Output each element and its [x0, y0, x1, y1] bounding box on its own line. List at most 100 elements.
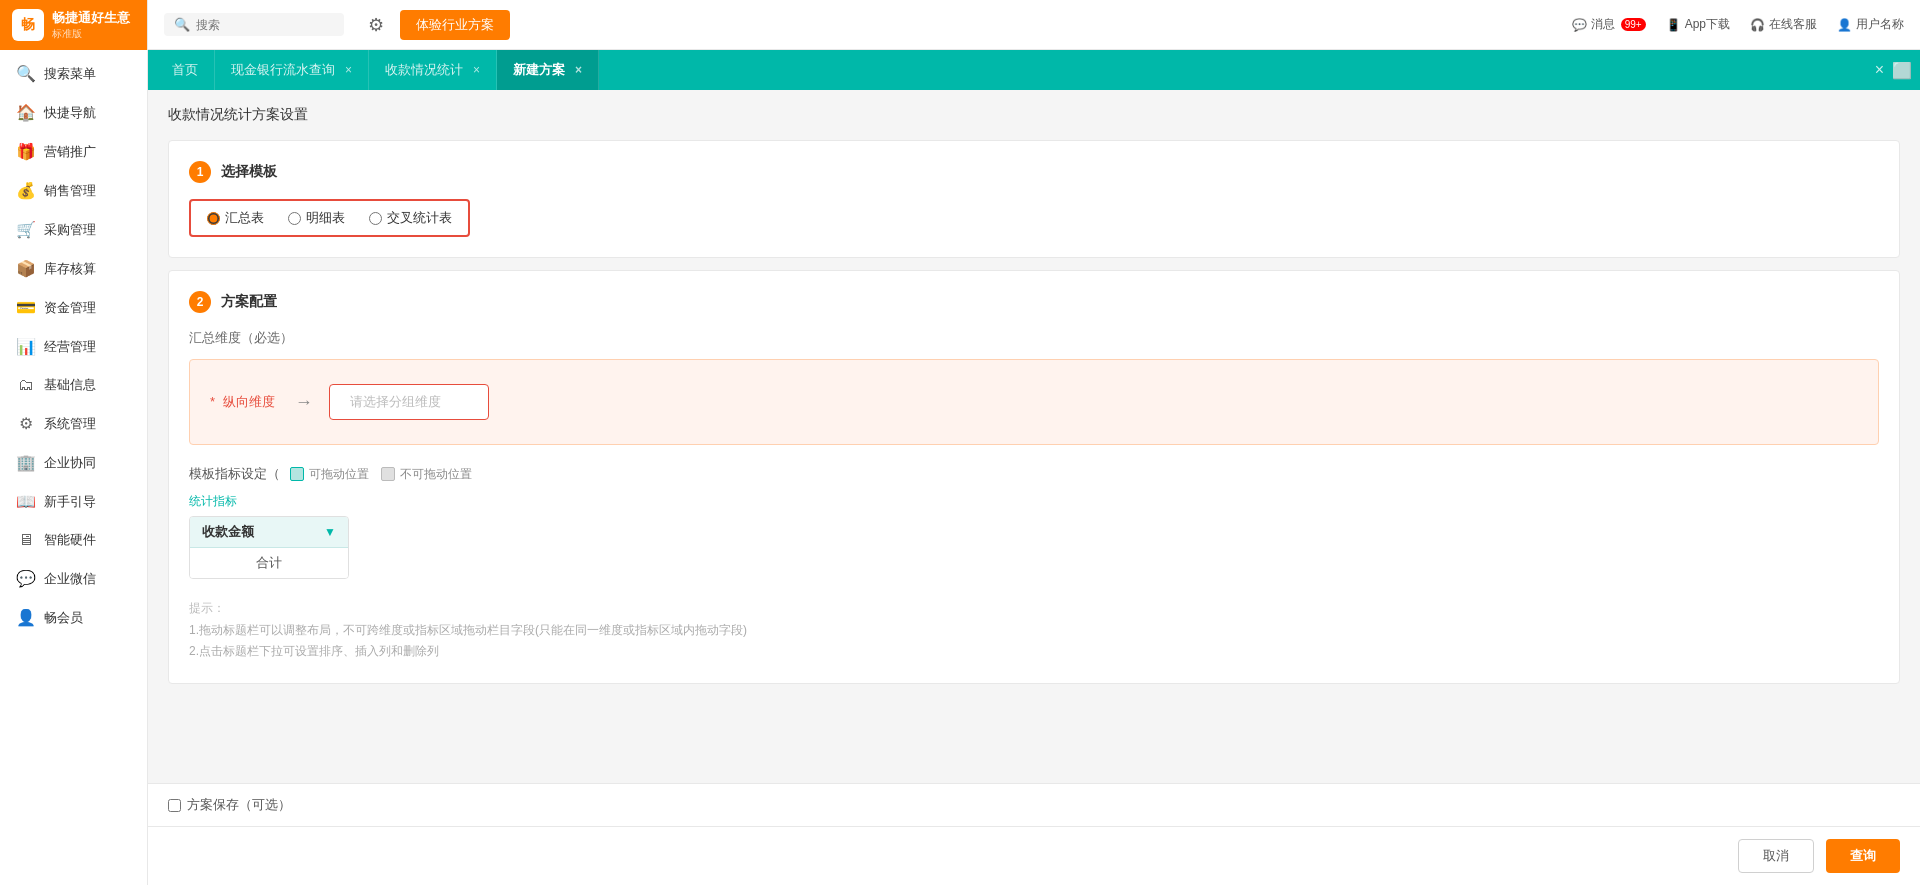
tab-cashflow[interactable]: 现金银行流水查询 ×	[215, 50, 369, 90]
trial-button[interactable]: 体验行业方案	[400, 10, 510, 40]
tabs-window-controls: × ⬜	[1875, 61, 1912, 80]
company-icon: 🏢	[16, 453, 36, 472]
radio-summary-input[interactable]	[207, 212, 220, 225]
finance-icon: 💳	[16, 298, 36, 317]
topbar-search-box[interactable]: 🔍	[164, 13, 344, 36]
window-maximize-icon[interactable]: ⬜	[1892, 61, 1912, 80]
template-radio-group: 汇总表 明细表 交叉统计表	[189, 199, 470, 237]
step1-num: 1	[189, 161, 211, 183]
sidebar-item-label: 销售管理	[44, 182, 96, 200]
sidebar-item-wechat[interactable]: 💬 企业微信	[0, 559, 147, 598]
sidebar-item-label: 资金管理	[44, 299, 96, 317]
sidebar-item-system[interactable]: ⚙ 系统管理	[0, 404, 147, 443]
summary-dimension-label: 汇总维度（必选）	[189, 329, 1879, 347]
dimension-row: * 纵向维度 → 请选择分组维度	[210, 384, 1858, 420]
sidebar-item-sales[interactable]: 💰 销售管理	[0, 171, 147, 210]
system-icon: ⚙	[16, 414, 36, 433]
tips-area: 提示： 1.拖动标题栏可以调整布局，不可跨维度或指标区域拖动栏目字段(只能在同一…	[189, 598, 1879, 663]
tip-item-2: 2.点击标题栏下拉可设置排序、插入列和删除列	[189, 644, 439, 658]
sidebar-item-label: 采购管理	[44, 221, 96, 239]
hardware-icon: 🖥	[16, 531, 36, 549]
stat-table-header: 收款金额 ▼	[190, 517, 348, 548]
marketing-icon: 🎁	[16, 142, 36, 161]
page-content: 收款情况统计方案设置 1 选择模板 汇总表 明细表	[148, 90, 1920, 783]
radio-cross-input[interactable]	[369, 212, 382, 225]
sidebar-item-inventory[interactable]: 📦 库存核算	[0, 249, 147, 288]
topbar-right: 💬 消息 99+ 📱 App下载 🎧 在线客服 👤 用户名称	[1572, 16, 1904, 33]
step2-label: 2 方案配置	[189, 291, 1879, 313]
save-option-label[interactable]: 方案保存（可选）	[168, 796, 291, 814]
radio-detail[interactable]: 明细表	[288, 209, 345, 227]
query-button[interactable]: 查询	[1826, 839, 1900, 873]
sidebar-item-basic[interactable]: 🗂 基础信息	[0, 366, 147, 404]
sidebar-item-marketing[interactable]: 🎁 营销推广	[0, 132, 147, 171]
purchase-icon: 🛒	[16, 220, 36, 239]
service-icon: 🎧	[1750, 18, 1765, 32]
sidebar-item-company[interactable]: 🏢 企业协同	[0, 443, 147, 482]
draggable-box-icon	[290, 467, 304, 481]
tab-collection[interactable]: 收款情况统计 ×	[369, 50, 497, 90]
notification-item[interactable]: 💬 消息 99+	[1572, 16, 1646, 33]
search-input[interactable]	[196, 18, 316, 32]
indicator-legend: 可拖动位置 不可拖动位置	[290, 466, 472, 483]
stat-dropdown-icon[interactable]: ▼	[324, 525, 336, 539]
notification-badge: 99+	[1621, 18, 1646, 31]
fixed-box-icon	[381, 467, 395, 481]
tab-new-plan[interactable]: 新建方案 ×	[497, 50, 599, 90]
page-wrapper: 收款情况统计方案设置 1 选择模板 汇总表 明细表	[148, 90, 1920, 885]
window-close-icon[interactable]: ×	[1875, 61, 1884, 80]
sidebar-item-label: 快捷导航	[44, 104, 96, 122]
sidebar-item-purchase[interactable]: 🛒 采购管理	[0, 210, 147, 249]
radio-detail-input[interactable]	[288, 212, 301, 225]
radio-cross[interactable]: 交叉统计表	[369, 209, 452, 227]
sidebar-item-finance[interactable]: 💳 资金管理	[0, 288, 147, 327]
save-option-checkbox[interactable]	[168, 799, 181, 812]
user-icon: 👤	[1837, 18, 1852, 32]
app-download-item[interactable]: 📱 App下载	[1666, 16, 1730, 33]
sidebar-item-search-menu[interactable]: 🔍 搜索菜单	[0, 54, 147, 93]
sales-icon: 💰	[16, 181, 36, 200]
sidebar-item-label: 新手引导	[44, 493, 96, 511]
sidebar-nav: 🔍 搜索菜单 🏠 快捷导航 🎁 营销推广 💰 销售管理 🛒 采购管理 📦 库存核…	[0, 50, 147, 885]
save-option-bar: 方案保存（可选）	[148, 783, 1920, 826]
sidebar-item-label: 经营管理	[44, 338, 96, 356]
topbar: 🔍 ⚙ 体验行业方案 💬 消息 99+ 📱 App下载 🎧 在线客服 👤 用户名…	[148, 0, 1920, 50]
tip-item-1: 1.拖动标题栏可以调整布局，不可跨维度或指标区域拖动栏目字段(只能在同一维度或指…	[189, 623, 747, 637]
settings-icon[interactable]: ⚙	[368, 14, 384, 36]
logo-text: 畅捷通好生意 标准版	[52, 9, 130, 41]
stat-table-cell-total: 合计	[190, 548, 348, 578]
basic-icon: 🗂	[16, 376, 36, 394]
step1-label: 1 选择模板	[189, 161, 1879, 183]
online-service-item[interactable]: 🎧 在线客服	[1750, 16, 1817, 33]
search-menu-icon: 🔍	[16, 64, 36, 83]
download-icon: 📱	[1666, 18, 1681, 32]
sidebar-item-hardware[interactable]: 🖥 智能硬件	[0, 521, 147, 559]
sidebar-item-label: 搜索菜单	[44, 65, 96, 83]
member-icon: 👤	[16, 608, 36, 627]
tab-close-cashflow[interactable]: ×	[345, 63, 352, 77]
radio-summary[interactable]: 汇总表	[207, 209, 264, 227]
sidebar-item-member[interactable]: 👤 畅会员	[0, 598, 147, 637]
tab-close-collection[interactable]: ×	[473, 63, 480, 77]
tips-title: 提示：	[189, 601, 225, 615]
step2-section: 2 方案配置 汇总维度（必选） * 纵向维度 → 请选择分组维度	[168, 270, 1900, 684]
dimension-select[interactable]: 请选择分组维度	[329, 384, 489, 420]
sidebar-item-quick-nav[interactable]: 🏠 快捷导航	[0, 93, 147, 132]
cancel-button[interactable]: 取消	[1738, 839, 1814, 873]
tab-close-new-plan[interactable]: ×	[575, 63, 582, 77]
page-title: 收款情况统计方案设置	[168, 106, 1900, 124]
guide-icon: 📖	[16, 492, 36, 511]
sidebar-item-label: 企业微信	[44, 570, 96, 588]
arrow-icon: →	[295, 392, 313, 413]
legend-fixed: 不可拖动位置	[381, 466, 472, 483]
step1-title: 选择模板	[221, 163, 277, 181]
sidebar-item-guide[interactable]: 📖 新手引导	[0, 482, 147, 521]
stat-section-label: 统计指标	[189, 493, 1879, 510]
step2-num: 2	[189, 291, 211, 313]
legend-draggable: 可拖动位置	[290, 466, 369, 483]
indicator-settings: 模板指标设定（ 可拖动位置 不可拖动位置	[189, 465, 1879, 582]
tab-home[interactable]: 首页	[156, 50, 215, 90]
user-profile[interactable]: 👤 用户名称	[1837, 16, 1904, 33]
indicator-header: 模板指标设定（ 可拖动位置 不可拖动位置	[189, 465, 1879, 483]
sidebar-item-business[interactable]: 📊 经营管理	[0, 327, 147, 366]
